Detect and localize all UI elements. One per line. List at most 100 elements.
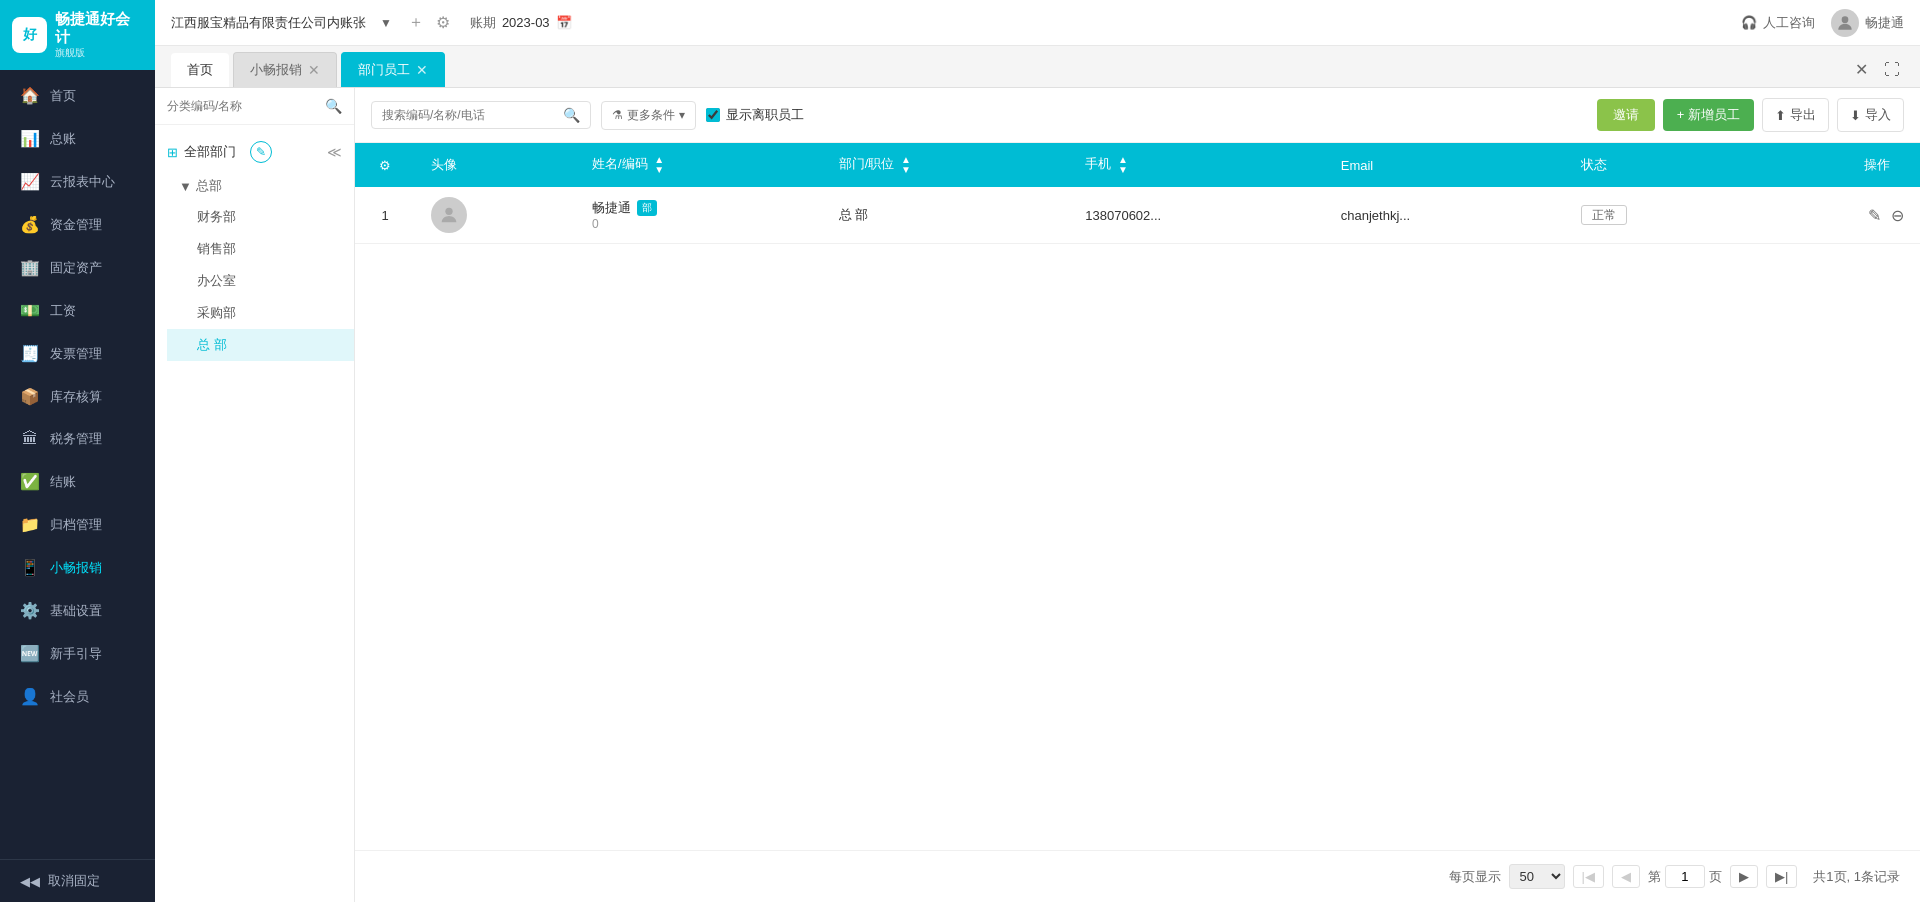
sidebar-item-home[interactable]: 🏠 首页 xyxy=(0,74,155,117)
reports-icon: 📈 xyxy=(20,172,40,191)
user-btn[interactable]: 畅捷通 xyxy=(1831,9,1904,37)
inventory-icon: 📦 xyxy=(20,387,40,406)
edit-employee-icon[interactable]: ✎ xyxy=(1868,206,1881,225)
sidebar-item-invoice[interactable]: 🧾 发票管理 xyxy=(0,332,155,375)
sidebar-item-settings[interactable]: ⚙️ 基础设置 xyxy=(0,589,155,632)
show-resigned-checkbox-label[interactable]: 显示离职员工 xyxy=(706,106,804,124)
sidebar-label-settings: 基础设置 xyxy=(50,602,102,620)
sidebar-item-assets[interactable]: 🏢 固定资产 xyxy=(0,246,155,289)
tab-expense-close-icon[interactable]: ✕ xyxy=(308,62,320,78)
dept-search-icon[interactable]: 🔍 xyxy=(325,98,342,114)
tab-dept-close-icon[interactable]: ✕ xyxy=(416,63,428,77)
employee-phone: 138070602... xyxy=(1085,208,1161,223)
col-email: Email xyxy=(1325,143,1565,187)
page-last-btn[interactable]: ▶| xyxy=(1766,865,1797,888)
sidebar-item-tax[interactable]: 🏛 税务管理 xyxy=(0,418,155,460)
content: 🔍 ⊞ 全部部门 ✎ ≪ ▼ 总部 财务部 xyxy=(155,88,1920,902)
sidebar-item-reports[interactable]: 📈 云报表中心 xyxy=(0,160,155,203)
dept-child-sales[interactable]: 销售部 xyxy=(167,233,354,265)
tab-home-label: 首页 xyxy=(187,61,213,79)
sidebar-item-salary[interactable]: 💵 工资 xyxy=(0,289,155,332)
col-dept[interactable]: 部门/职位 ▲▼ xyxy=(823,143,1070,187)
company-settings-icon[interactable]: ⚙ xyxy=(436,13,450,32)
employee-search-icon[interactable]: 🔍 xyxy=(563,107,580,123)
export-button[interactable]: ⬆ 导出 xyxy=(1762,98,1829,132)
dept-search-input[interactable] xyxy=(167,99,319,113)
page-first-btn[interactable]: |◀ xyxy=(1573,865,1604,888)
show-resigned-checkbox[interactable] xyxy=(706,108,720,122)
right-panel: 🔍 ⚗ 更多条件 ▾ 显示离职员工 邀请 + 新增员工 xyxy=(355,88,1920,902)
dept-child-finance[interactable]: 财务部 xyxy=(167,201,354,233)
sidebar-unpin[interactable]: ◀◀ 取消固定 xyxy=(0,859,155,902)
sidebar-label-member: 社会员 xyxy=(50,688,89,706)
page-unit: 页 xyxy=(1709,868,1722,886)
add-employee-button[interactable]: + 新增员工 xyxy=(1663,99,1754,131)
sidebar-item-archive[interactable]: 📁 归档管理 xyxy=(0,503,155,546)
sidebar-item-inventory[interactable]: 📦 库存核算 xyxy=(0,375,155,418)
page-size-select[interactable]: 50 10 20 100 xyxy=(1509,864,1565,889)
calendar-icon[interactable]: 📅 xyxy=(556,15,572,30)
logo-text-group: 畅捷通好会计 旗舰版 xyxy=(55,10,143,60)
col-phone[interactable]: 手机 ▲▼ xyxy=(1069,143,1325,187)
filter-label: 更多条件 xyxy=(627,107,675,124)
service-btn[interactable]: 🎧 人工咨询 xyxy=(1741,14,1815,32)
employee-table: ⚙ 头像 姓名/编码 ▲▼ 部门/职位 ▲▼ xyxy=(355,143,1920,244)
dept-parent-headquarters[interactable]: ▼ 总部 xyxy=(167,171,354,201)
tab-close-all-btn[interactable]: ✕ xyxy=(1851,56,1872,83)
sidebar-item-funds[interactable]: 💰 资金管理 xyxy=(0,203,155,246)
dept-child-general[interactable]: 总 部 xyxy=(167,329,354,361)
phone-sort-icon[interactable]: ▲▼ xyxy=(1118,155,1128,175)
ledger-icon: 📊 xyxy=(20,129,40,148)
sidebar-logo[interactable]: 好 畅捷通好会计 旗舰版 xyxy=(0,0,155,70)
col-settings[interactable]: ⚙ xyxy=(355,143,415,187)
sidebar-label-expense: 小畅报销 xyxy=(50,559,102,577)
sidebar-item-expense[interactable]: 📱 小畅报销 xyxy=(0,546,155,589)
dept-edit-icon[interactable]: ✎ xyxy=(250,141,272,163)
add-company-icon[interactable]: ＋ xyxy=(408,12,424,33)
import-label: 导入 xyxy=(1865,106,1891,124)
dept-child-label-purchase: 采购部 xyxy=(197,305,236,320)
dept-child-office[interactable]: 办公室 xyxy=(167,265,354,297)
export-label: 导出 xyxy=(1790,106,1816,124)
tab-expand-btn[interactable]: ⛶ xyxy=(1880,57,1904,83)
sidebar-unpin-label: 取消固定 xyxy=(48,872,100,890)
company-dropdown-icon[interactable]: ▼ xyxy=(380,16,392,30)
archive-icon: 📁 xyxy=(20,515,40,534)
sidebar-label-reports: 云报表中心 xyxy=(50,173,115,191)
page-next-btn[interactable]: ▶ xyxy=(1730,865,1758,888)
tab-expense[interactable]: 小畅报销 ✕ xyxy=(233,52,337,87)
page-prev-btn[interactable]: ◀ xyxy=(1612,865,1640,888)
filter-chevron-icon: ▾ xyxy=(679,108,685,122)
sidebar-item-guide[interactable]: 🆕 新手引导 xyxy=(0,632,155,675)
cell-status: 正常 xyxy=(1565,187,1750,244)
import-button[interactable]: ⬇ 导入 xyxy=(1837,98,1904,132)
settings-gear-icon[interactable]: ⚙ xyxy=(379,158,391,173)
employee-search-box: 🔍 xyxy=(371,101,591,129)
filter-btn[interactable]: ⚗ 更多条件 ▾ xyxy=(601,101,696,130)
svg-point-0 xyxy=(1842,16,1849,23)
employee-search-input[interactable] xyxy=(382,108,557,122)
logout-employee-icon[interactable]: ⊖ xyxy=(1891,206,1904,225)
cell-name: 畅捷通 部 0 xyxy=(576,187,823,244)
period-value: 2023-03 xyxy=(502,15,550,30)
tab-dept[interactable]: 部门员工 ✕ xyxy=(341,52,445,87)
col-name[interactable]: 姓名/编码 ▲▼ xyxy=(576,143,823,187)
dept-all-row[interactable]: ⊞ 全部部门 ✎ ≪ xyxy=(155,133,354,171)
pagination: 每页显示 50 10 20 100 |◀ ◀ 第 页 ▶ ▶| 共1页, 1条记… xyxy=(355,850,1920,902)
sidebar-item-close[interactable]: ✅ 结账 xyxy=(0,460,155,503)
guide-icon: 🆕 xyxy=(20,644,40,663)
dept-child-purchase[interactable]: 采购部 xyxy=(167,297,354,329)
dept-collapse-icon[interactable]: ≪ xyxy=(327,144,342,160)
name-sort-icon[interactable]: ▲▼ xyxy=(654,155,664,175)
tab-home[interactable]: 首页 xyxy=(171,53,229,87)
status-badge: 正常 xyxy=(1581,205,1627,225)
dept-badge: 部 xyxy=(637,200,657,216)
sidebar-item-ledger[interactable]: 📊 总账 xyxy=(0,117,155,160)
company-name: 江西服宝精品有限责任公司内账张 xyxy=(171,14,366,32)
dept-sort-icon[interactable]: ▲▼ xyxy=(901,155,911,175)
invite-button[interactable]: 邀请 xyxy=(1597,99,1655,131)
page-input[interactable] xyxy=(1665,865,1705,888)
row-index: 1 xyxy=(381,208,388,223)
sidebar-item-member[interactable]: 👤 社会员 xyxy=(0,675,155,718)
table-header-row: ⚙ 头像 姓名/编码 ▲▼ 部门/职位 ▲▼ xyxy=(355,143,1920,187)
